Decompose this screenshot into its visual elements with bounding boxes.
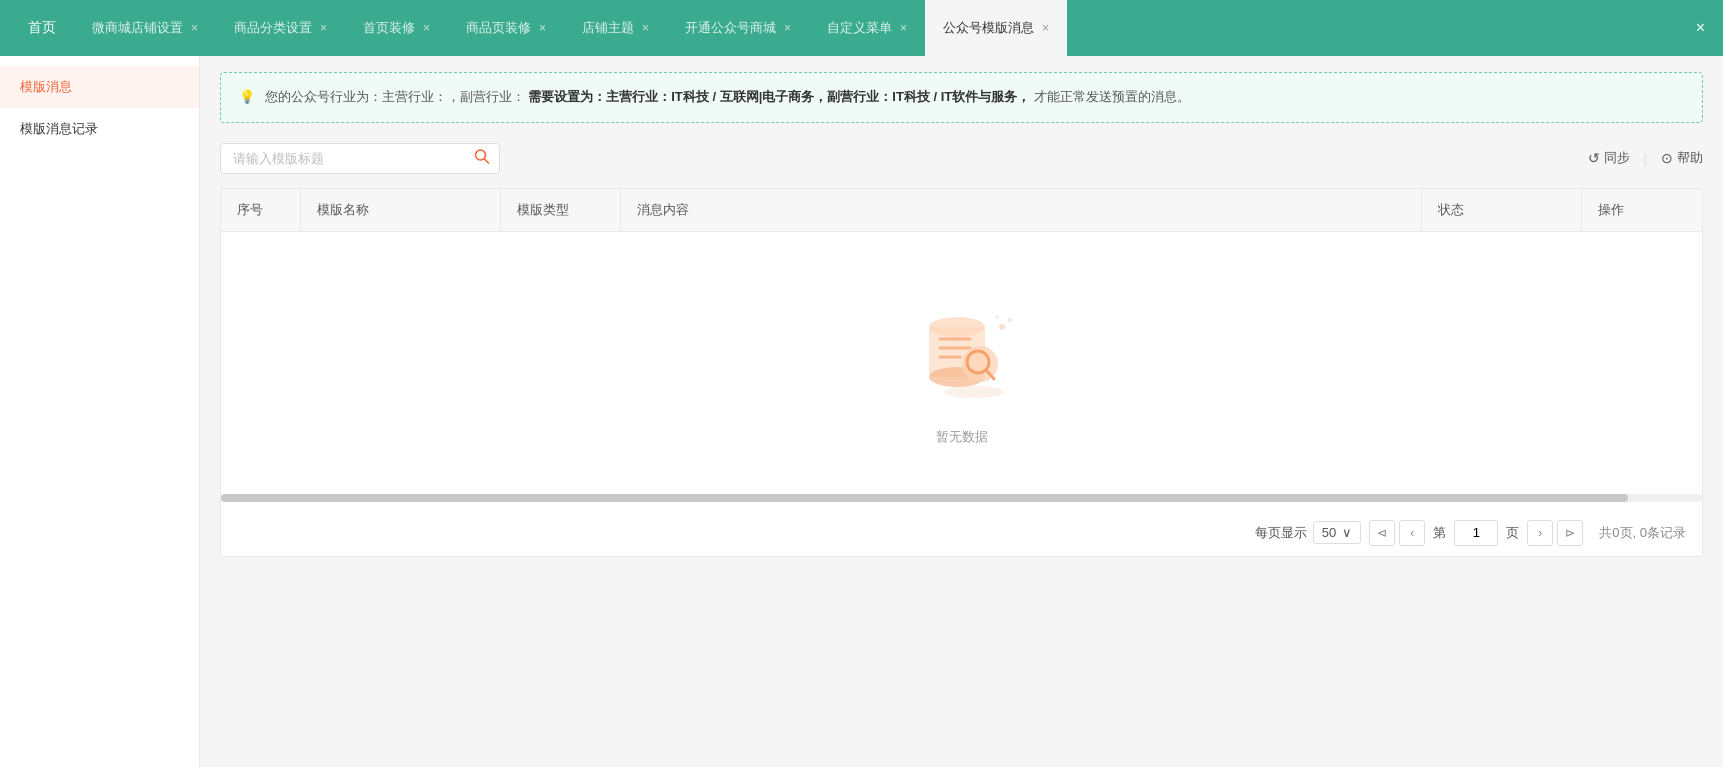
total-info: 共0页, 0条记录 <box>1599 524 1686 542</box>
tab-product-category-label: 商品分类设置 <box>234 19 312 37</box>
notice-suffix: 才能正常发送预置的消息。 <box>1034 89 1190 104</box>
first-page-button[interactable]: ⊲ <box>1369 520 1395 546</box>
svg-point-11 <box>999 324 1005 330</box>
divider: | <box>1644 151 1647 166</box>
svg-point-12 <box>1008 318 1012 322</box>
sync-button[interactable]: ↺ 同步 <box>1588 149 1630 167</box>
page-size-label: 每页显示 <box>1255 524 1307 542</box>
page-label: 第 <box>1433 524 1446 542</box>
pagination-bar: 每页显示 50 ∨ ⊲ ‹ 第 页 › ⊳ 共0页, 0条记录 <box>221 510 1702 556</box>
table-header: 序号 模版名称 模版类型 消息内容 状态 操作 <box>221 189 1702 232</box>
tab-custom-menu[interactable]: 自定义菜单 × <box>809 0 925 56</box>
search-input[interactable] <box>220 143 500 174</box>
tab-open-wechat-close[interactable]: × <box>784 21 791 35</box>
sidebar-item-template-log[interactable]: 模版消息记录 <box>0 108 199 150</box>
page-nav: ⊲ ‹ 第 页 › ⊳ <box>1369 520 1583 546</box>
page-size-value: 50 <box>1322 525 1336 540</box>
tab-bar: 首页 微商城店铺设置 × 商品分类设置 × 首页装修 × 商品页装修 × 店铺主… <box>0 0 1723 56</box>
help-button[interactable]: ⊙ 帮助 <box>1661 149 1703 167</box>
next-page-button[interactable]: › <box>1527 520 1553 546</box>
tab-open-wechat[interactable]: 开通公众号商城 × <box>667 0 809 56</box>
sidebar: 模版消息 模版消息记录 <box>0 56 200 767</box>
tab-open-wechat-label: 开通公众号商城 <box>685 19 776 37</box>
close-all-button[interactable]: × <box>1688 15 1713 41</box>
table-container: 序号 模版名称 模版类型 消息内容 状态 操作 <box>220 188 1703 557</box>
sidebar-item-template-log-label: 模版消息记录 <box>20 121 98 136</box>
tab-home-decor[interactable]: 首页装修 × <box>345 0 448 56</box>
search-bar-right: ↺ 同步 | ⊙ 帮助 <box>1588 149 1703 167</box>
empty-state: 暂无数据 <box>221 232 1702 486</box>
tab-home-decor-close[interactable]: × <box>423 21 430 35</box>
tab-product-page-label: 商品页装修 <box>466 19 531 37</box>
tab-micro-shop[interactable]: 微商城店铺设置 × <box>74 0 216 56</box>
tab-shop-theme-close[interactable]: × <box>642 21 649 35</box>
th-type: 模版类型 <box>501 189 621 231</box>
sidebar-item-template-msg[interactable]: 模版消息 <box>0 66 199 108</box>
search-bar: ↺ 同步 | ⊙ 帮助 <box>220 143 1703 174</box>
notice-highlight: 需要设置为：主营行业：IT科技 / 互联网|电子商务，副营行业：IT科技 / I… <box>528 89 1030 104</box>
empty-illustration <box>902 292 1022 412</box>
sync-label: 同步 <box>1604 149 1630 167</box>
tab-product-category-close[interactable]: × <box>320 21 327 35</box>
svg-point-13 <box>995 315 998 318</box>
page-suffix: 页 <box>1506 524 1519 542</box>
tab-micro-shop-close[interactable]: × <box>191 21 198 35</box>
page-number-input[interactable] <box>1454 520 1498 546</box>
empty-text: 暂无数据 <box>936 428 988 446</box>
tab-product-page[interactable]: 商品页装修 × <box>448 0 564 56</box>
search-input-wrap <box>220 143 500 174</box>
tab-home-decor-label: 首页装修 <box>363 19 415 37</box>
notice-prefix: 您的公众号行业为：主营行业：，副营行业： <box>265 89 525 104</box>
tab-template-msg[interactable]: 公众号模版消息 × <box>925 0 1067 56</box>
scroll-track[interactable] <box>221 494 1702 502</box>
svg-line-1 <box>485 159 489 163</box>
svg-point-14 <box>944 386 1004 398</box>
th-name: 模版名称 <box>301 189 501 231</box>
th-status: 状态 <box>1422 189 1582 231</box>
sidebar-item-template-msg-label: 模版消息 <box>20 79 72 94</box>
search-icon[interactable] <box>474 149 490 168</box>
tab-custom-menu-label: 自定义菜单 <box>827 19 892 37</box>
th-content: 消息内容 <box>621 189 1422 231</box>
notice-icon: 💡 <box>239 87 255 108</box>
tab-product-page-close[interactable]: × <box>539 21 546 35</box>
content-area: 💡 您的公众号行业为：主营行业：，副营行业： 需要设置为：主营行业：IT科技 /… <box>200 56 1723 767</box>
page-size-dropdown[interactable]: 50 ∨ <box>1313 521 1361 544</box>
page-size-select: 每页显示 50 ∨ <box>1255 521 1361 544</box>
notice-box: 💡 您的公众号行业为：主营行业：，副营行业： 需要设置为：主营行业：IT科技 /… <box>220 72 1703 123</box>
sync-icon: ↺ <box>1588 150 1600 166</box>
scroll-thumb <box>221 494 1628 502</box>
chevron-down-icon: ∨ <box>1342 525 1352 540</box>
th-action: 操作 <box>1582 189 1702 231</box>
help-label: 帮助 <box>1677 149 1703 167</box>
tab-product-category[interactable]: 商品分类设置 × <box>216 0 345 56</box>
tab-shop-theme[interactable]: 店铺主题 × <box>564 0 667 56</box>
help-icon: ⊙ <box>1661 150 1673 166</box>
last-page-button[interactable]: ⊳ <box>1557 520 1583 546</box>
main-layout: 模版消息 模版消息记录 💡 您的公众号行业为：主营行业：，副营行业： 需要设置为… <box>0 56 1723 767</box>
tab-template-msg-label: 公众号模版消息 <box>943 19 1034 37</box>
tab-home[interactable]: 首页 <box>10 0 74 56</box>
tab-micro-shop-label: 微商城店铺设置 <box>92 19 183 37</box>
tab-custom-menu-close[interactable]: × <box>900 21 907 35</box>
tab-shop-theme-label: 店铺主题 <box>582 19 634 37</box>
tab-template-msg-close[interactable]: × <box>1042 21 1049 35</box>
th-index: 序号 <box>221 189 301 231</box>
tab-home-label: 首页 <box>28 19 56 37</box>
prev-page-button[interactable]: ‹ <box>1399 520 1425 546</box>
